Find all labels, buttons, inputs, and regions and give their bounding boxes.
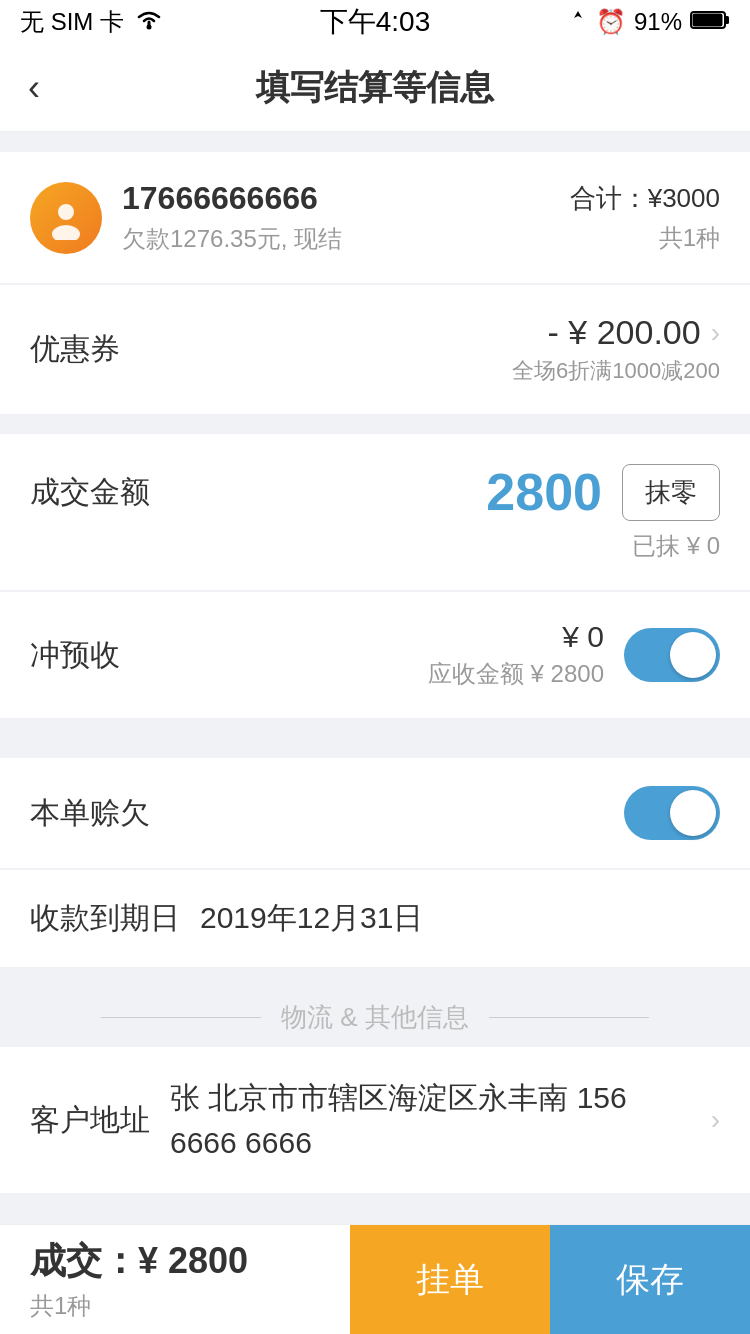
coupon-desc: 全场6折满1000减200 bbox=[512, 356, 720, 386]
logistics-label: 物流 & 其他信息 bbox=[101, 1000, 649, 1035]
svg-point-5 bbox=[52, 225, 80, 240]
customer-info: 17666666666 欠款1276.35元, 现结 bbox=[122, 180, 342, 255]
section-divider-1 bbox=[0, 414, 750, 434]
duedate-value: 2019年12月31日 bbox=[200, 898, 423, 939]
save-button[interactable]: 保存 bbox=[550, 1225, 750, 1335]
duedate-section: 收款到期日 2019年12月31日 bbox=[0, 870, 750, 967]
duedate-row: 收款到期日 2019年12月31日 bbox=[30, 898, 720, 939]
amount-value: 2800 bbox=[486, 462, 602, 522]
customer-debt: 欠款1276.35元, 现结 bbox=[122, 223, 342, 255]
status-time: 下午4:03 bbox=[320, 3, 431, 41]
sim-text: 无 SIM 卡 bbox=[20, 6, 124, 38]
amount-right: 2800 抹零 bbox=[486, 462, 720, 522]
address-section[interactable]: 客户地址 张 北京市市辖区海淀区永丰南 156 6666 6666 › bbox=[0, 1047, 750, 1193]
avatar bbox=[30, 182, 102, 254]
prereceive-sub: 应收金额 ¥ 2800 bbox=[428, 658, 604, 690]
total-count: 共1种 bbox=[570, 222, 720, 254]
coupon-label: 优惠券 bbox=[30, 329, 120, 370]
coupon-row[interactable]: 优惠券 - ¥ 200.00 › 全场6折满1000减200 bbox=[0, 285, 750, 414]
customer-left: 17666666666 欠款1276.35元, 现结 bbox=[30, 180, 342, 255]
toggle-thumb bbox=[670, 632, 716, 678]
section-divider-2 bbox=[0, 718, 750, 738]
prereceive-value-wrap: ¥ 0 应收金额 ¥ 2800 bbox=[428, 620, 604, 690]
amount-sub: 已抹 ¥ 0 bbox=[30, 530, 720, 562]
bottom-summary: 成交：¥ 2800 共1种 bbox=[0, 1237, 350, 1322]
back-button[interactable]: ‹ bbox=[28, 67, 40, 109]
prereceive-label: 冲预收 bbox=[30, 635, 120, 676]
battery-icon bbox=[690, 8, 730, 36]
bottom-deal-label: 成交： bbox=[30, 1240, 138, 1281]
pending-button[interactable]: 挂单 bbox=[350, 1225, 550, 1335]
debt-section: 本单赊欠 bbox=[0, 758, 750, 868]
customer-card: 17666666666 欠款1276.35元, 现结 合计：¥3000 共1种 bbox=[0, 152, 750, 283]
round-button[interactable]: 抹零 bbox=[622, 464, 720, 521]
location-icon bbox=[568, 8, 588, 36]
logistics-divider: 物流 & 其他信息 bbox=[0, 987, 750, 1047]
total-label: 合计：¥3000 bbox=[570, 181, 720, 216]
bottom-deal: 成交：¥ 2800 bbox=[30, 1237, 320, 1286]
nav-bar: ‹ 填写结算等信息 bbox=[0, 44, 750, 132]
amount-section: 成交金额 2800 抹零 已抹 ¥ 0 bbox=[0, 434, 750, 590]
amount-row: 成交金额 2800 抹零 bbox=[30, 462, 720, 522]
amount-label: 成交金额 bbox=[30, 472, 150, 513]
prereceive-toggle[interactable] bbox=[624, 628, 720, 682]
prereceive-value: ¥ 0 bbox=[428, 620, 604, 654]
prereceive-right: ¥ 0 应收金额 ¥ 2800 bbox=[428, 620, 720, 690]
status-left: 无 SIM 卡 bbox=[20, 6, 164, 38]
prereceive-row: 冲预收 ¥ 0 应收金额 ¥ 2800 bbox=[30, 620, 720, 690]
alarm-icon: ⏰ bbox=[596, 8, 626, 36]
bottom-count: 共1种 bbox=[30, 1290, 320, 1322]
address-label: 客户地址 bbox=[30, 1100, 150, 1141]
debt-label: 本单赊欠 bbox=[30, 793, 150, 834]
duedate-label: 收款到期日 bbox=[30, 898, 180, 939]
customer-phone: 17666666666 bbox=[122, 180, 342, 217]
coupon-amount: - ¥ 200.00 bbox=[548, 313, 701, 352]
chevron-right-icon: › bbox=[711, 317, 720, 349]
address-value: 张 北京市市辖区海淀区永丰南 156 6666 6666 bbox=[170, 1075, 701, 1165]
debt-toggle-thumb bbox=[670, 790, 716, 836]
page-title: 填写结算等信息 bbox=[256, 65, 494, 111]
bottom-deal-amount: ¥ 2800 bbox=[138, 1240, 248, 1281]
status-bar: 无 SIM 卡 下午4:03 ⏰ 91% bbox=[0, 0, 750, 44]
coupon-right: - ¥ 200.00 › 全场6折满1000减200 bbox=[512, 313, 720, 386]
wifi-icon bbox=[134, 8, 164, 36]
customer-right: 合计：¥3000 共1种 bbox=[570, 181, 720, 254]
battery-percent: 91% bbox=[634, 8, 682, 36]
svg-rect-3 bbox=[693, 14, 723, 27]
prereceive-section: 冲预收 ¥ 0 应收金额 ¥ 2800 bbox=[0, 592, 750, 718]
debt-toggle[interactable] bbox=[624, 786, 720, 840]
bottom-bar: 成交：¥ 2800 共1种 挂单 保存 bbox=[0, 1224, 750, 1334]
status-right: ⏰ 91% bbox=[568, 8, 730, 36]
svg-point-0 bbox=[147, 25, 152, 30]
svg-rect-2 bbox=[725, 16, 729, 24]
svg-point-4 bbox=[58, 204, 74, 220]
address-chevron-icon: › bbox=[711, 1104, 720, 1136]
